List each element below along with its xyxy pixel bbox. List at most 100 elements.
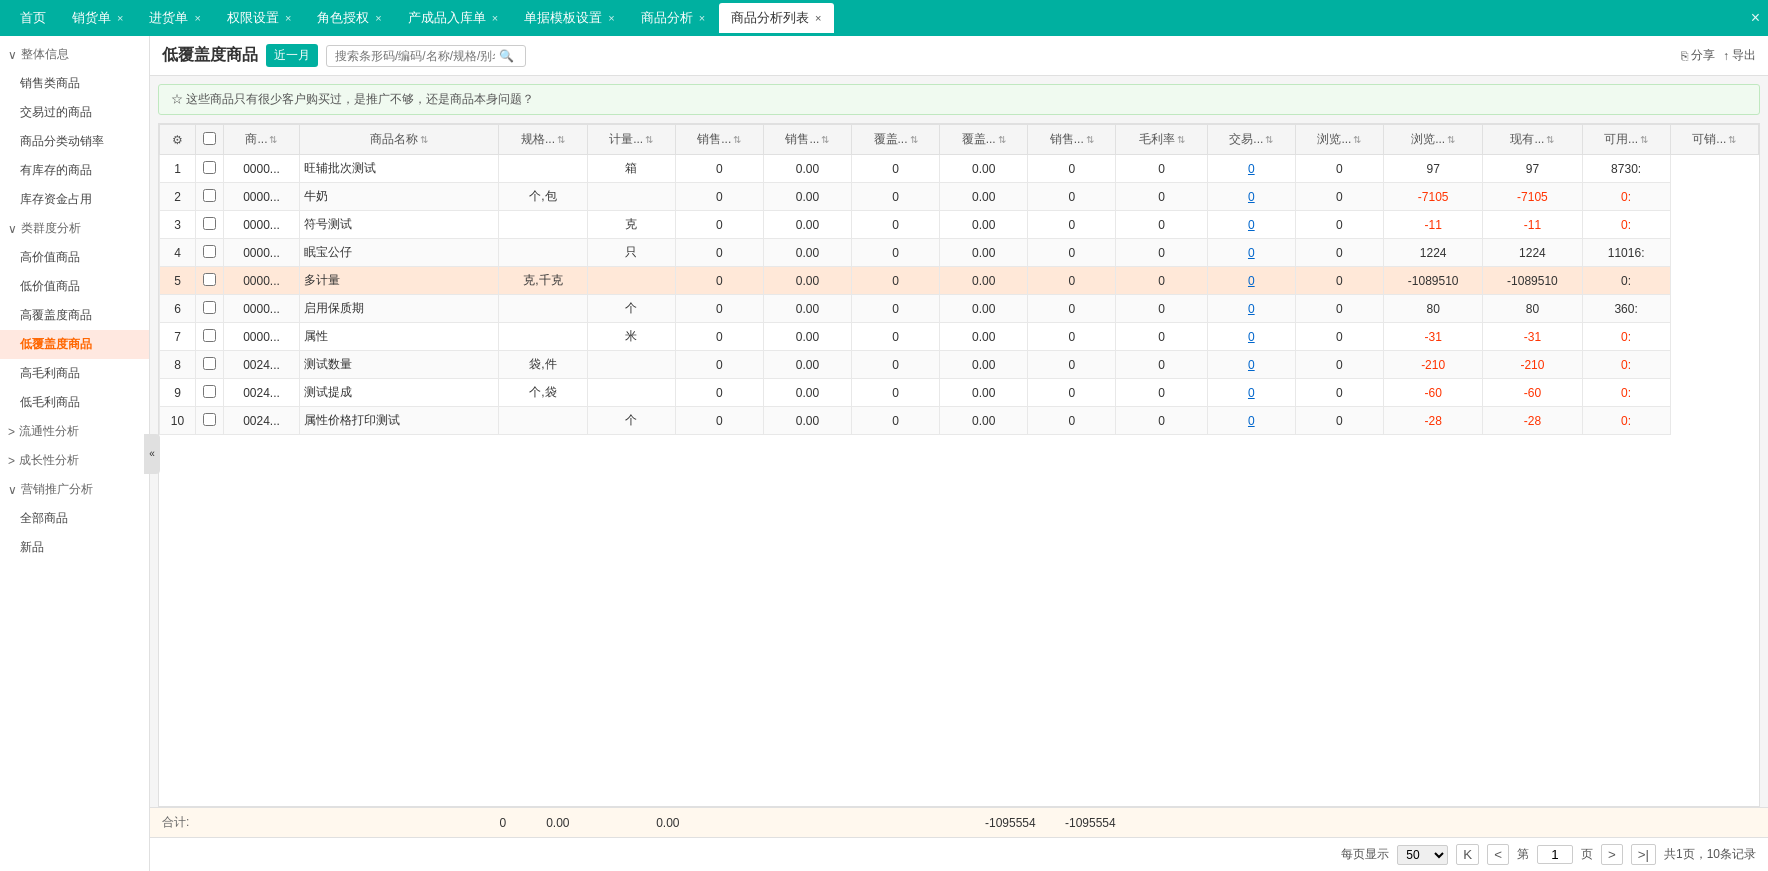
row-name: 测试提成 — [299, 379, 498, 407]
th-sales3[interactable]: 销售...⇅ — [1028, 125, 1116, 155]
select-all-checkbox[interactable] — [203, 132, 216, 145]
sidebar-item-all-goods[interactable]: 全部商品 — [0, 504, 149, 533]
th-browse1[interactable]: 浏览...⇅ — [1295, 125, 1383, 155]
sidebar-section-cluster[interactable]: ∨ 类群度分析 — [0, 214, 149, 243]
th-sales1[interactable]: 销售...⇅ — [675, 125, 763, 155]
th-name[interactable]: 商品名称⇅ — [299, 125, 498, 155]
sidebar-item-low-coverage[interactable]: 低覆盖度商品 — [0, 330, 149, 359]
nav-item-permissions[interactable]: 权限设置 × — [215, 3, 303, 33]
row-check[interactable] — [203, 329, 216, 342]
sidebar-item-high-value[interactable]: 高价值商品 — [0, 243, 149, 272]
row-checkbox[interactable] — [196, 379, 224, 407]
sidebar-item-in-stock[interactable]: 有库存的商品 — [0, 156, 149, 185]
th-browse2[interactable]: 浏览...⇅ — [1384, 125, 1483, 155]
sidebar-item-traded-goods[interactable]: 交易过的商品 — [0, 98, 149, 127]
nav-item-analysis[interactable]: 商品分析 × — [629, 3, 717, 33]
nav-item-production[interactable]: 产成品入库单 × — [396, 3, 510, 33]
sidebar-item-new-goods[interactable]: 新品 — [0, 533, 149, 562]
per-page-select[interactable]: 50 10 20 100 — [1397, 845, 1448, 865]
th-code[interactable]: 商...⇅ — [224, 125, 300, 155]
nav-item-roles[interactable]: 角色授权 × — [305, 3, 393, 33]
row-col13[interactable]: 0 — [1207, 183, 1295, 211]
sidebar-section-general[interactable]: ∨ 整体信息 — [0, 40, 149, 69]
row-check[interactable] — [203, 245, 216, 258]
row-checkbox[interactable] — [196, 183, 224, 211]
sidebar-section-liquidity[interactable]: > 流通性分析 — [0, 417, 149, 446]
row-checkbox[interactable] — [196, 323, 224, 351]
nav-item-home[interactable]: 首页 — [8, 3, 58, 33]
row-col13[interactable]: 0 — [1207, 211, 1295, 239]
nav-close-analysis-list[interactable]: × — [815, 12, 821, 24]
period-button[interactable]: 近一月 — [266, 44, 318, 67]
nav-close-roles[interactable]: × — [375, 12, 381, 24]
th-trade[interactable]: 交易...⇅ — [1207, 125, 1295, 155]
row-col13[interactable]: 0 — [1207, 407, 1295, 435]
sidebar-collapse-button[interactable]: « — [144, 434, 160, 474]
row-check[interactable] — [203, 385, 216, 398]
row-check[interactable] — [203, 189, 216, 202]
first-page-button[interactable]: K — [1456, 844, 1479, 865]
th-sales2[interactable]: 销售...⇅ — [763, 125, 851, 155]
row-checkbox[interactable] — [196, 351, 224, 379]
row-check[interactable] — [203, 413, 216, 426]
sidebar-section-marketing[interactable]: ∨ 营销推广分析 — [0, 475, 149, 504]
window-close-button[interactable]: × — [1751, 9, 1760, 27]
row-col13[interactable]: 0 — [1207, 295, 1295, 323]
row-check[interactable] — [203, 357, 216, 370]
row-checkbox[interactable] — [196, 239, 224, 267]
export-button[interactable]: ↑ 导出 — [1723, 47, 1756, 64]
sidebar-item-low-margin[interactable]: 低毛利商品 — [0, 388, 149, 417]
nav-close-permissions[interactable]: × — [285, 12, 291, 24]
th-coverage1[interactable]: 覆盖...⇅ — [851, 125, 939, 155]
row-col14: 0 — [1295, 323, 1383, 351]
row-check[interactable] — [203, 301, 216, 314]
row-col13[interactable]: 0 — [1207, 155, 1295, 183]
row-col13[interactable]: 0 — [1207, 351, 1295, 379]
th-sellable[interactable]: 可销...⇅ — [1670, 125, 1758, 155]
row-col12: 0 — [1116, 183, 1207, 211]
th-settings[interactable]: ⚙ — [160, 125, 196, 155]
sidebar-item-high-margin[interactable]: 高毛利商品 — [0, 359, 149, 388]
th-available[interactable]: 可用...⇅ — [1582, 125, 1670, 155]
row-check[interactable] — [203, 217, 216, 230]
th-coverage2[interactable]: 覆盖...⇅ — [940, 125, 1028, 155]
row-col13[interactable]: 0 — [1207, 379, 1295, 407]
row-check[interactable] — [203, 161, 216, 174]
nav-item-purchase[interactable]: 进货单 × — [137, 3, 212, 33]
sidebar-item-high-coverage[interactable]: 高覆盖度商品 — [0, 301, 149, 330]
nav-close-template[interactable]: × — [608, 12, 614, 24]
sidebar-item-sales-goods[interactable]: 销售类商品 — [0, 69, 149, 98]
row-checkbox[interactable] — [196, 407, 224, 435]
search-icon[interactable]: 🔍 — [499, 49, 514, 63]
page-number-input[interactable] — [1537, 845, 1573, 864]
next-page-button[interactable]: > — [1601, 844, 1623, 865]
row-col13[interactable]: 0 — [1207, 323, 1295, 351]
nav-item-analysis-list[interactable]: 商品分析列表 × — [719, 3, 833, 33]
th-spec[interactable]: 规格...⇅ — [499, 125, 587, 155]
row-checkbox[interactable] — [196, 211, 224, 239]
nav-close-purchase[interactable]: × — [194, 12, 200, 24]
row-col13[interactable]: 0 — [1207, 239, 1295, 267]
row-checkbox[interactable] — [196, 155, 224, 183]
th-margin[interactable]: 毛利率⇅ — [1116, 125, 1207, 155]
nav-close-production[interactable]: × — [492, 12, 498, 24]
prev-page-button[interactable]: < — [1487, 844, 1509, 865]
nav-item-template[interactable]: 单据模板设置 × — [512, 3, 626, 33]
row-check[interactable] — [203, 273, 216, 286]
row-checkbox[interactable] — [196, 267, 224, 295]
nav-item-sales[interactable]: 销货单 × — [60, 3, 135, 33]
row-col13[interactable]: 0 — [1207, 267, 1295, 295]
last-page-button[interactable]: >| — [1631, 844, 1656, 865]
nav-close-sales[interactable]: × — [117, 12, 123, 24]
th-unit[interactable]: 计量...⇅ — [587, 125, 675, 155]
sidebar-item-stock-capital[interactable]: 库存资金占用 — [0, 185, 149, 214]
sidebar-item-category-rate[interactable]: 商品分类动销率 — [0, 127, 149, 156]
search-input[interactable] — [335, 49, 495, 63]
row-col10: 0.00 — [940, 211, 1028, 239]
nav-close-analysis[interactable]: × — [699, 12, 705, 24]
th-current[interactable]: 现有...⇅ — [1483, 125, 1582, 155]
sidebar-item-low-value[interactable]: 低价值商品 — [0, 272, 149, 301]
share-button[interactable]: ⎘ 分享 — [1681, 47, 1715, 64]
sidebar-section-growth[interactable]: > 成长性分析 — [0, 446, 149, 475]
row-checkbox[interactable] — [196, 295, 224, 323]
